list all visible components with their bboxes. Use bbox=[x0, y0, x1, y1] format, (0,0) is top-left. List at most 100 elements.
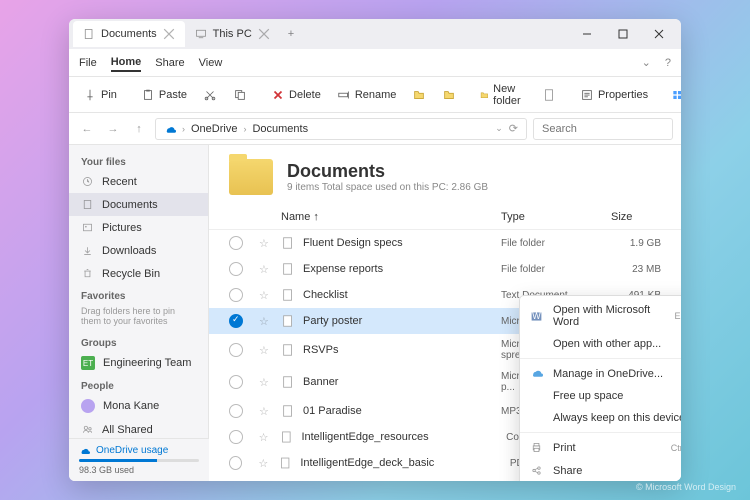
file-icon bbox=[281, 235, 295, 251]
checkbox[interactable] bbox=[229, 236, 243, 250]
clock-icon bbox=[81, 175, 94, 188]
star-icon[interactable]: ☆ bbox=[259, 376, 281, 389]
star-icon[interactable]: ☆ bbox=[259, 431, 280, 444]
back-button[interactable]: ← bbox=[77, 119, 97, 139]
sidebar-item-person[interactable]: Mona Kane bbox=[69, 394, 208, 418]
file-name: Party poster bbox=[303, 315, 421, 327]
checkbox[interactable] bbox=[229, 343, 243, 357]
menubar: File Home Share View ⌄ ? bbox=[69, 49, 681, 77]
sidebar-item-documents[interactable]: Documents bbox=[69, 193, 208, 216]
print-icon bbox=[530, 441, 543, 454]
ctx-open-with-other-app-[interactable]: Open with other app...› bbox=[520, 333, 681, 355]
add-tab-button[interactable]: + bbox=[280, 28, 302, 40]
breadcrumb-current[interactable]: Documents bbox=[252, 123, 308, 135]
trash-icon bbox=[81, 267, 94, 280]
checkbox[interactable] bbox=[229, 456, 242, 470]
star-icon[interactable]: ☆ bbox=[259, 237, 281, 250]
file-size: 1.9 GB bbox=[611, 238, 661, 249]
file-icon bbox=[281, 403, 295, 419]
sidebar-heading-favorites: Favorites bbox=[69, 285, 208, 304]
copyto-button[interactable] bbox=[436, 84, 462, 106]
checkbox[interactable] bbox=[229, 430, 243, 444]
column-name[interactable]: Name ↑ bbox=[281, 211, 421, 223]
checkbox[interactable] bbox=[229, 288, 243, 302]
sidebar-item-downloads[interactable]: Downloads bbox=[69, 239, 208, 262]
chevron-down-icon[interactable]: ⌄ bbox=[495, 123, 503, 134]
checkbox[interactable] bbox=[229, 314, 243, 328]
ctx-print[interactable]: PrintCtrl+P bbox=[520, 436, 681, 459]
help-icon[interactable]: ? bbox=[665, 57, 671, 69]
file-row[interactable]: ☆Fluent Design specsFile folder1.9 GB bbox=[209, 230, 681, 256]
copy-button[interactable] bbox=[227, 84, 253, 106]
sidebar-item-pictures[interactable]: Pictures bbox=[69, 216, 208, 239]
cut-button[interactable] bbox=[197, 84, 223, 106]
ctx-always-keep-on-this-device[interactable]: Always keep on this device bbox=[520, 407, 681, 429]
tab-thispc[interactable]: This PC bbox=[185, 21, 280, 47]
sidebar: Your files RecentDocumentsPicturesDownlo… bbox=[69, 145, 209, 481]
checkbox[interactable] bbox=[229, 404, 243, 418]
maximize-button[interactable] bbox=[605, 20, 641, 48]
chevron-down-icon[interactable]: ⌄ bbox=[642, 56, 651, 69]
file-size: 23 MB bbox=[611, 264, 661, 275]
moveto-button[interactable] bbox=[406, 84, 432, 106]
ctx-open-with-microsoft-word[interactable]: WOpen with Microsoft WordEnter bbox=[520, 299, 681, 333]
up-button[interactable]: ↑ bbox=[129, 119, 149, 139]
paste-button[interactable]: Paste bbox=[135, 84, 193, 106]
people-icon bbox=[81, 423, 94, 436]
watermark: © Microsoft Word Design bbox=[636, 482, 736, 492]
sidebar-item-group[interactable]: ETEngineering Team bbox=[69, 351, 208, 375]
ctx-share[interactable]: Share bbox=[520, 459, 681, 481]
search-box[interactable] bbox=[533, 118, 673, 140]
file-name: Expense reports bbox=[303, 263, 421, 275]
file-name: Fluent Design specs bbox=[303, 237, 421, 249]
ctx-free-up-space[interactable]: Free up space bbox=[520, 385, 681, 407]
properties-button[interactable]: Properties bbox=[574, 84, 654, 106]
close-window-button[interactable] bbox=[641, 20, 677, 48]
ctx-manage-in-onedrive-[interactable]: Manage in OneDrive... bbox=[520, 362, 681, 385]
pin-button[interactable]: Pin bbox=[77, 84, 123, 106]
file-row[interactable]: ☆Expense reportsFile folder23 MB bbox=[209, 256, 681, 282]
sidebar-item-recycle-bin[interactable]: Recycle Bin bbox=[69, 262, 208, 285]
page-subtitle: 9 items Total space used on this PC: 2.8… bbox=[287, 182, 488, 193]
share-icon bbox=[530, 464, 543, 477]
delete-button[interactable]: Delete bbox=[265, 84, 327, 106]
down-icon bbox=[81, 244, 94, 257]
star-icon[interactable]: ☆ bbox=[259, 344, 281, 357]
content-pane: Documents 9 items Total space used on th… bbox=[209, 145, 681, 481]
refresh-icon[interactable]: ⟳ bbox=[509, 122, 518, 135]
breadcrumb[interactable]: › OneDrive › Documents ⌄ ⟳ bbox=[155, 118, 527, 140]
selectall-button[interactable]: Select all bbox=[666, 79, 681, 111]
minimize-button[interactable] bbox=[569, 20, 605, 48]
toolbar: Pin Paste Delete Rename New folder Prope… bbox=[69, 77, 681, 113]
forward-button[interactable]: → bbox=[103, 119, 123, 139]
sidebar-item-recent[interactable]: Recent bbox=[69, 170, 208, 193]
pin-icon bbox=[83, 88, 97, 102]
star-icon[interactable]: ☆ bbox=[259, 315, 281, 328]
menu-view[interactable]: View bbox=[199, 55, 223, 71]
star-icon[interactable]: ☆ bbox=[258, 457, 279, 470]
file-name: IntelligentEdge_resources bbox=[301, 431, 428, 443]
search-input[interactable] bbox=[542, 123, 681, 135]
breadcrumb-root[interactable]: OneDrive bbox=[191, 123, 237, 135]
newitem-button[interactable] bbox=[536, 84, 562, 106]
newfolder-button[interactable]: New folder bbox=[474, 79, 532, 111]
menu-file[interactable]: File bbox=[79, 55, 97, 71]
close-icon[interactable] bbox=[163, 28, 175, 40]
close-icon[interactable] bbox=[258, 28, 270, 40]
rename-button[interactable]: Rename bbox=[331, 84, 403, 106]
cloud-icon bbox=[530, 367, 543, 380]
file-icon bbox=[281, 287, 295, 303]
star-icon[interactable]: ☆ bbox=[259, 405, 281, 418]
star-icon[interactable]: ☆ bbox=[259, 263, 281, 276]
column-size[interactable]: Size bbox=[611, 211, 661, 223]
checkbox[interactable] bbox=[229, 375, 243, 389]
folder-icon bbox=[480, 88, 489, 102]
doc-icon bbox=[81, 198, 94, 211]
column-type[interactable]: Type bbox=[501, 211, 611, 223]
menu-share[interactable]: Share bbox=[155, 55, 184, 71]
tab-documents[interactable]: Documents bbox=[73, 21, 185, 47]
group-badge-icon: ET bbox=[81, 356, 95, 370]
checkbox[interactable] bbox=[229, 262, 243, 276]
star-icon[interactable]: ☆ bbox=[259, 289, 281, 302]
menu-home[interactable]: Home bbox=[111, 54, 142, 72]
